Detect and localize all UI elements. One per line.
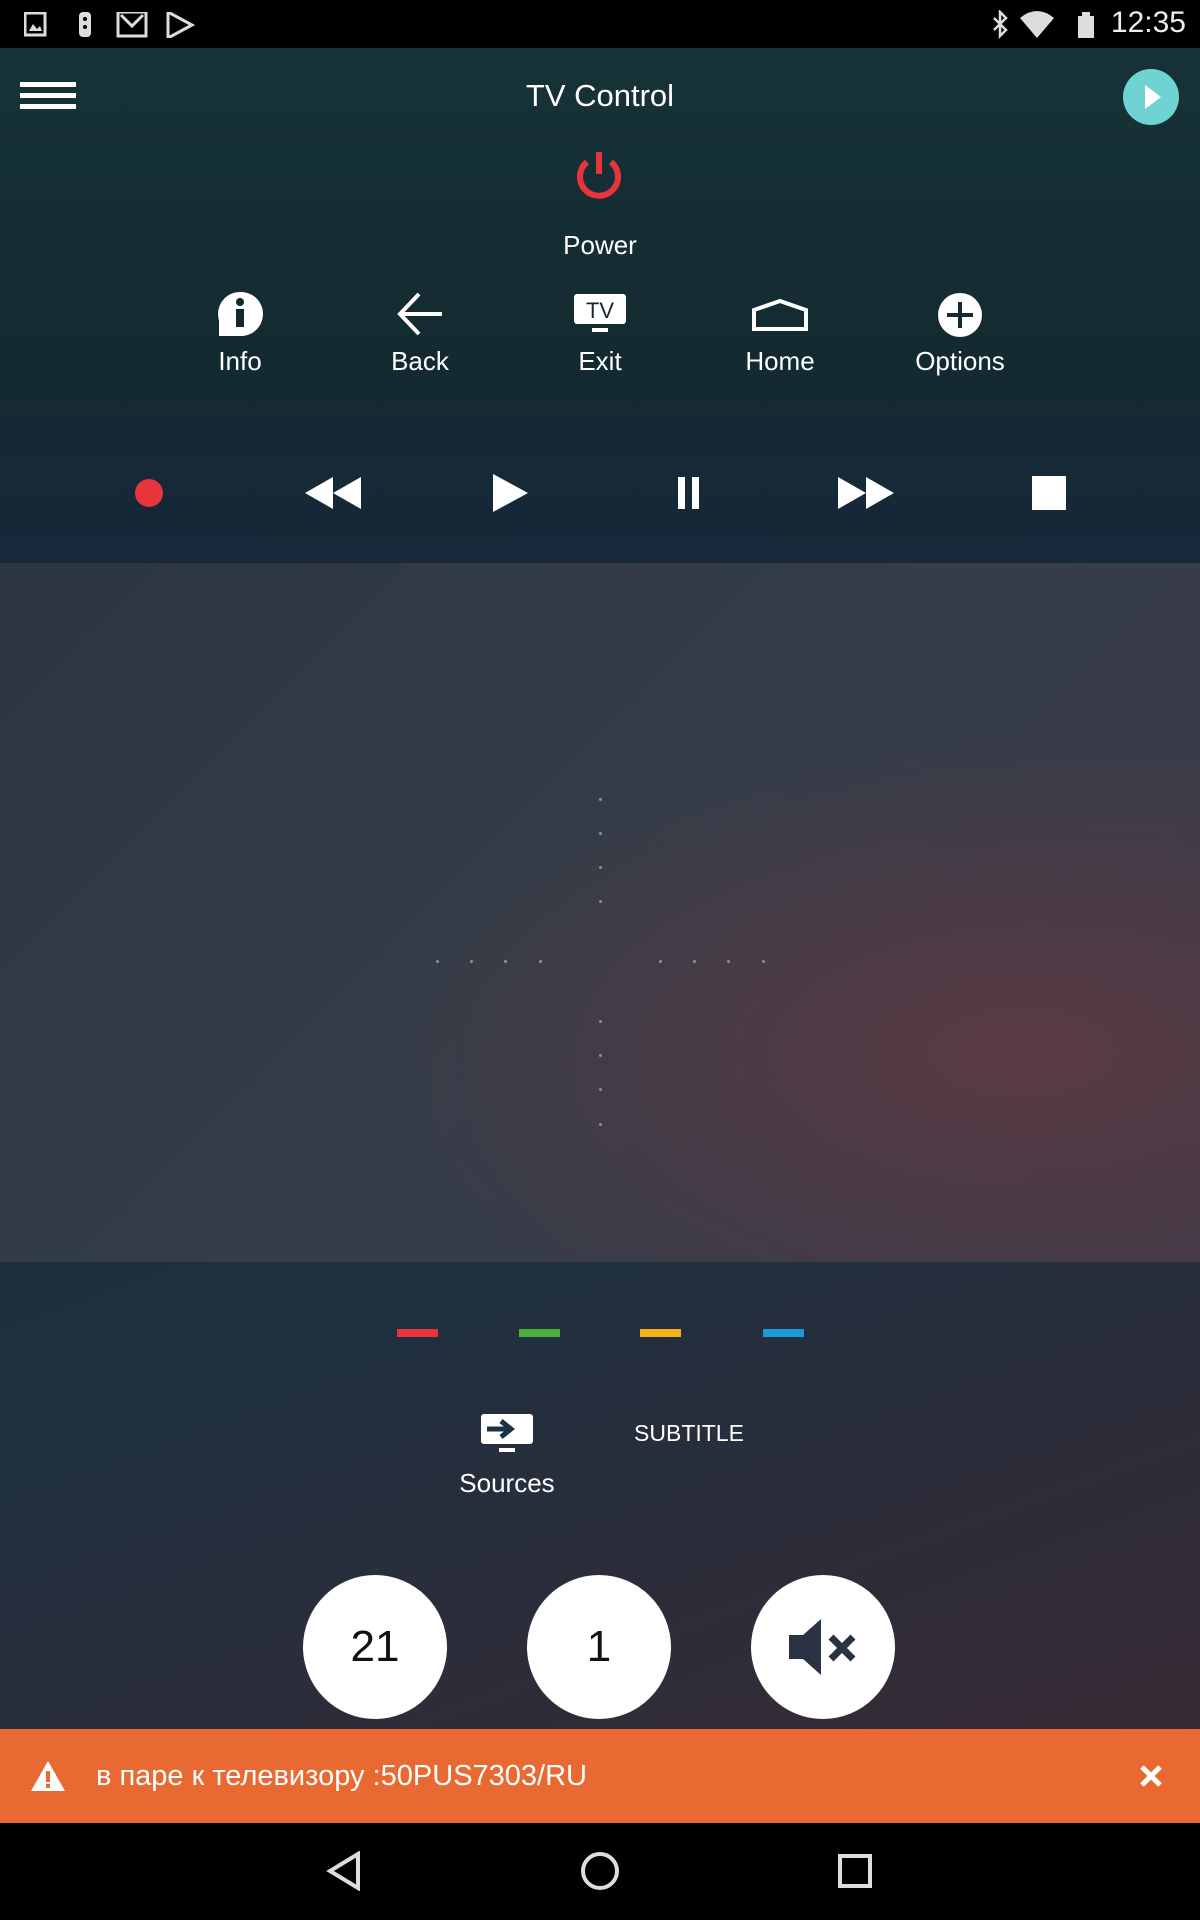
guide-dot: [659, 960, 662, 963]
sources-icon: [481, 1414, 533, 1452]
red-key[interactable]: [397, 1329, 438, 1337]
blue-key[interactable]: [763, 1329, 804, 1337]
guide-dot: [599, 1123, 602, 1126]
guide-dot: [470, 960, 473, 963]
notification-icons: [24, 12, 196, 38]
navigation-bar: [0, 1823, 1200, 1920]
touchpad[interactable]: [0, 563, 1200, 1262]
back-label: Back: [391, 346, 449, 376]
play-button[interactable]: [493, 474, 528, 512]
warning-icon: [31, 1761, 65, 1791]
guide-dot: [727, 960, 730, 963]
green-key[interactable]: [519, 1329, 560, 1337]
power-button[interactable]: [575, 150, 623, 200]
exit-label: Exit: [578, 346, 622, 376]
media-controls: [135, 474, 1066, 512]
control-panel: TV Control Power Info Back TV Exit Home …: [0, 48, 1200, 563]
power-label: Power: [563, 230, 637, 260]
plus-circle-icon: [938, 293, 982, 337]
nav-back-button[interactable]: [326, 1851, 362, 1891]
status-bar: 12:35: [0, 0, 1200, 48]
bluetooth-icon: [993, 10, 1008, 40]
mute-icon: [789, 1619, 856, 1675]
volume-button[interactable]: 21: [303, 1575, 447, 1719]
rewind-button[interactable]: [305, 477, 361, 509]
guide-dot: [599, 798, 602, 801]
guide-dot: [436, 960, 439, 963]
guide-dot: [693, 960, 696, 963]
subtitle-button[interactable]: SUBTITLE: [599, 1420, 779, 1447]
battery-icon: [1078, 12, 1094, 38]
yellow-key[interactable]: [640, 1329, 681, 1337]
sources-label: Sources: [459, 1468, 555, 1498]
play-store-icon: [166, 12, 196, 38]
guide-dot: [599, 900, 602, 903]
banner-text: в паре к телевизору :50PUS7303/RU: [96, 1759, 587, 1792]
home-label: Home: [745, 346, 815, 376]
play-circle-button[interactable]: [1123, 69, 1179, 125]
record-button[interactable]: [135, 479, 163, 507]
nav-home-button[interactable]: [580, 1851, 620, 1891]
info-label: Info: [218, 346, 262, 376]
options-label: Options: [915, 346, 1005, 376]
page-title: TV Control: [525, 78, 675, 113]
svg-text:TV: TV: [586, 298, 614, 323]
pairing-banner: в паре к телевизору :50PUS7303/RU: [0, 1729, 1200, 1823]
pause-button[interactable]: [678, 477, 699, 509]
guide-dot: [599, 1054, 602, 1057]
home-icon: [752, 298, 808, 331]
fast-forward-button[interactable]: [838, 477, 894, 509]
guide-dot: [504, 960, 507, 963]
gmail-icon: [116, 12, 148, 38]
hamburger-menu-button[interactable]: [20, 82, 76, 110]
back-arrow-icon: [397, 292, 442, 336]
guide-dot: [599, 866, 602, 869]
tv-remote-app: TV Control Power Info Back TV Exit Home …: [0, 48, 1200, 1823]
system-icons: [993, 10, 1094, 40]
wifi-icon: [1020, 11, 1054, 38]
stop-button[interactable]: [1032, 476, 1066, 510]
gallery-icon: [24, 12, 47, 37]
remote-icon: [79, 12, 91, 37]
close-banner-button[interactable]: [1139, 1764, 1163, 1788]
guide-dot: [762, 960, 765, 963]
nav-recents-button[interactable]: [838, 1854, 872, 1888]
tv-exit-icon: TV: [574, 294, 626, 332]
mute-button[interactable]: [751, 1575, 895, 1719]
guide-dot: [599, 1020, 602, 1023]
clock: 12:35: [1110, 6, 1186, 39]
guide-dot: [599, 1088, 602, 1091]
guide-dot: [599, 832, 602, 835]
guide-dot: [539, 960, 542, 963]
info-icon: [218, 291, 263, 336]
color-keys: [0, 1329, 1200, 1339]
channel-button[interactable]: 1: [527, 1575, 671, 1719]
